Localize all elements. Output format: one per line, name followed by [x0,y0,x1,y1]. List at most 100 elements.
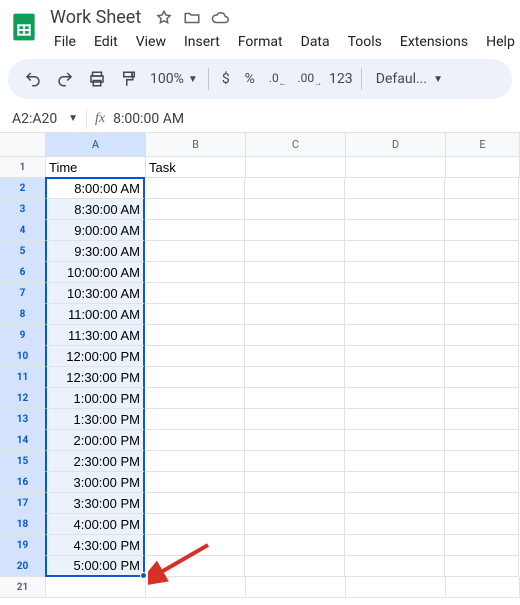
cell-C2[interactable] [245,178,345,199]
cell-B2[interactable] [145,178,245,199]
row-header[interactable]: 7 [0,283,46,304]
row-header[interactable]: 12 [0,388,46,409]
cell-B19[interactable] [145,535,245,556]
menu-file[interactable]: File [46,31,84,53]
column-header-C[interactable]: C [246,133,346,157]
column-header-E[interactable]: E [446,133,520,157]
row-header[interactable]: 19 [0,535,46,556]
cell-A2[interactable]: 8:00:00 AM [45,177,145,199]
cell-D8[interactable] [345,304,445,325]
cell-E11[interactable] [445,367,519,388]
cell-D11[interactable] [345,367,445,388]
cell-C1[interactable] [246,157,346,178]
cell-C11[interactable] [245,367,345,388]
cell-D2[interactable] [345,178,445,199]
cell-E15[interactable] [445,451,519,472]
cell-A5[interactable]: 9:30:00 AM [45,241,145,262]
sheets-logo-icon[interactable] [8,8,40,46]
paint-format-button[interactable] [114,64,144,94]
cell-B16[interactable] [145,472,245,493]
formula-input[interactable]: 8:00:00 AM [113,111,184,127]
column-header-D[interactable]: D [346,133,446,157]
cell-B12[interactable] [145,388,245,409]
currency-button[interactable]: $ [215,64,237,94]
menu-edit[interactable]: Edit [86,31,126,53]
cell-C14[interactable] [245,430,345,451]
cell-D13[interactable] [345,409,445,430]
cloud-status-icon[interactable] [211,9,229,27]
star-icon[interactable] [155,9,173,27]
cell-A12[interactable]: 1:00:00 PM [45,388,145,409]
cell-C19[interactable] [245,535,345,556]
cell-A20[interactable]: 5:00:00 PM [45,556,145,577]
row-header[interactable]: 10 [0,346,46,367]
cell-B11[interactable] [145,367,245,388]
cell-E19[interactable] [445,535,519,556]
cell-A11[interactable]: 12:30:00 PM [45,367,145,388]
cell-B8[interactable] [145,304,245,325]
menu-insert[interactable]: Insert [176,31,228,53]
cell-A3[interactable]: 8:30:00 AM [45,199,145,220]
cell-E3[interactable] [445,199,519,220]
cell-B10[interactable] [145,346,245,367]
row-header[interactable]: 5 [0,241,46,262]
cell-A21[interactable] [46,577,146,598]
cell-B18[interactable] [145,514,245,535]
cell-E5[interactable] [445,241,519,262]
name-box[interactable]: A2:A20▼ [8,111,78,127]
menu-tools[interactable]: Tools [340,31,390,53]
cell-C8[interactable] [245,304,345,325]
cell-A18[interactable]: 4:00:00 PM [45,514,145,535]
cell-B6[interactable] [145,262,245,283]
cell-C6[interactable] [245,262,345,283]
cell-C4[interactable] [245,220,345,241]
cell-D7[interactable] [345,283,445,304]
column-header-A[interactable]: A [46,133,146,157]
cell-A4[interactable]: 9:00:00 AM [45,220,145,241]
cell-D21[interactable] [346,577,446,598]
menu-view[interactable]: View [128,31,174,53]
row-header[interactable]: 21 [0,577,46,598]
cell-B13[interactable] [145,409,245,430]
cell-D4[interactable] [345,220,445,241]
row-header[interactable]: 4 [0,220,46,241]
fill-handle[interactable] [140,572,147,579]
cell-C9[interactable] [245,325,345,346]
cell-D20[interactable] [345,556,445,577]
cell-D18[interactable] [345,514,445,535]
move-icon[interactable] [183,9,201,27]
cell-C16[interactable] [245,472,345,493]
row-header[interactable]: 17 [0,493,46,514]
cell-E13[interactable] [445,409,519,430]
cell-A15[interactable]: 2:30:00 PM [45,451,145,472]
cell-E7[interactable] [445,283,519,304]
row-header[interactable]: 14 [0,430,46,451]
cell-A19[interactable]: 4:30:00 PM [45,535,145,556]
spreadsheet-grid[interactable]: ABCDE1TimeTask28:00:00 AM38:30:00 AM49:0… [0,133,520,598]
number-format-button[interactable]: 123 [327,64,355,94]
decrease-decimal-button[interactable]: .0← [263,64,293,94]
increase-decimal-button[interactable]: .00→ [295,64,325,94]
cell-B3[interactable] [145,199,245,220]
row-header[interactable]: 18 [0,514,46,535]
cell-D3[interactable] [345,199,445,220]
cell-B4[interactable] [145,220,245,241]
cell-C7[interactable] [245,283,345,304]
cell-B1[interactable]: Task [146,157,246,178]
cell-A10[interactable]: 12:00:00 PM [45,346,145,367]
row-header[interactable]: 8 [0,304,46,325]
cell-A7[interactable]: 10:30:00 AM [45,283,145,304]
cell-A6[interactable]: 10:00:00 AM [45,262,145,283]
cell-D12[interactable] [345,388,445,409]
cell-B15[interactable] [145,451,245,472]
cell-D19[interactable] [345,535,445,556]
row-header[interactable]: 3 [0,199,46,220]
cell-D17[interactable] [345,493,445,514]
cell-E18[interactable] [445,514,519,535]
row-header[interactable]: 1 [0,157,46,178]
cell-B9[interactable] [145,325,245,346]
cell-C20[interactable] [245,556,345,577]
cell-A1[interactable]: Time [46,157,146,178]
cell-D14[interactable] [345,430,445,451]
row-header[interactable]: 6 [0,262,46,283]
